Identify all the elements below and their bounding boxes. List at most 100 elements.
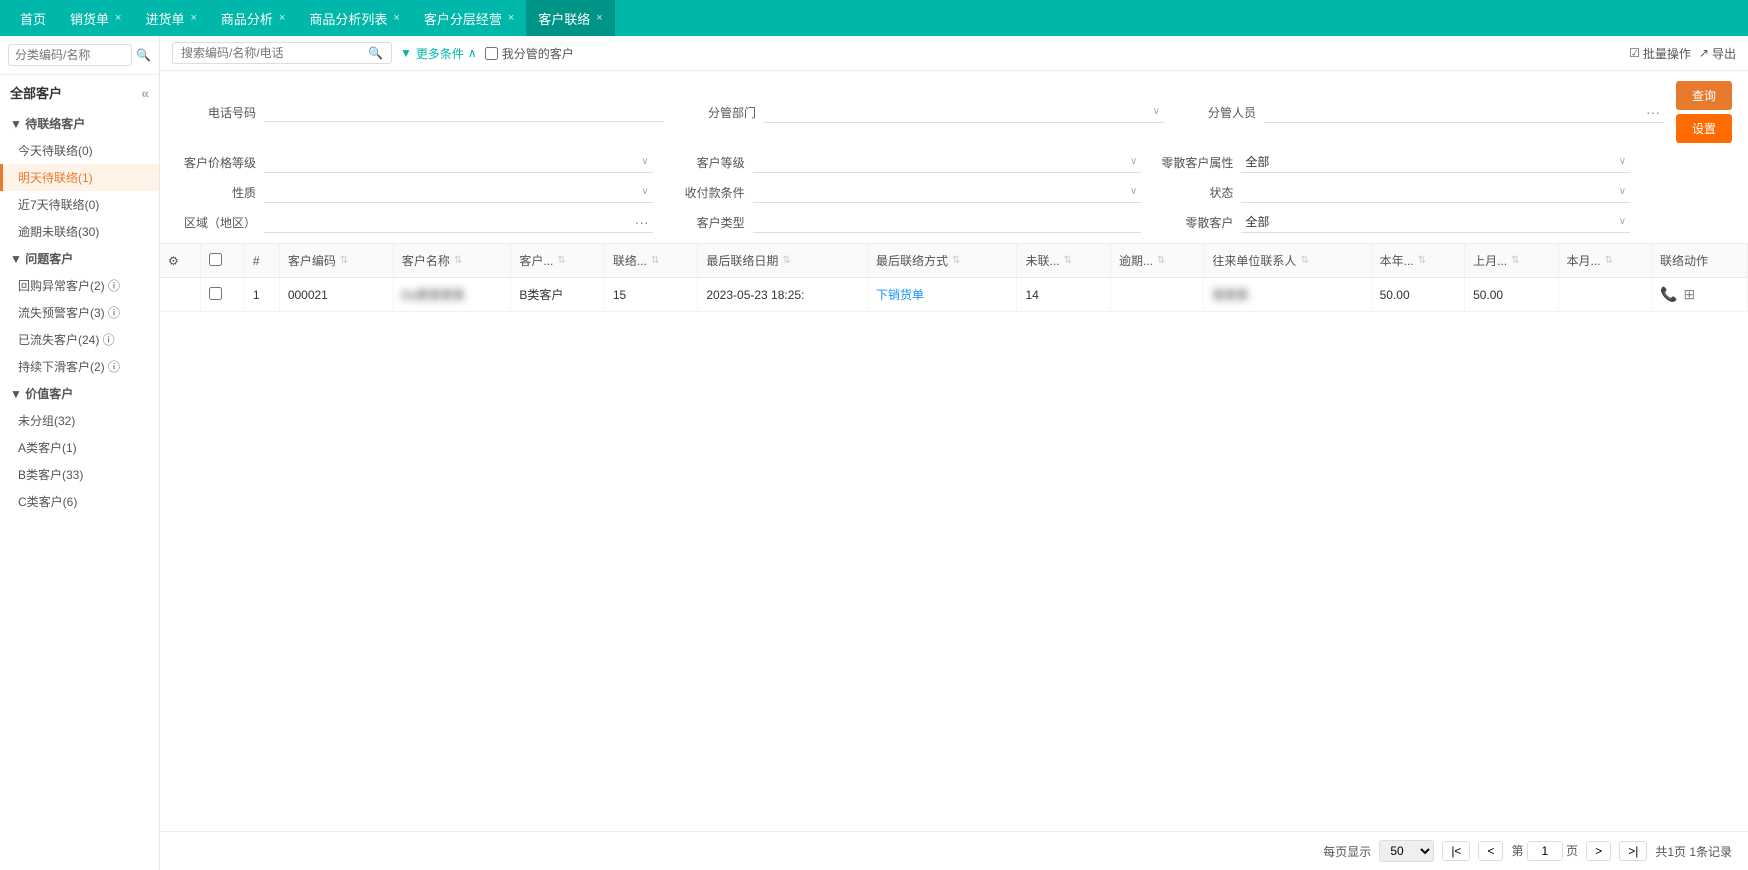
filter-row-2: 客户价格等级 ∨ 客户等级 ∨ 零散客户属性 全部 — [176, 151, 1732, 173]
sidebar-item-7days-pending[interactable]: 近7天待联络(0) — [0, 191, 159, 218]
th-last-contact-date[interactable]: 最后联络日期 ⇅ — [698, 244, 868, 278]
td-checkbox[interactable] — [200, 278, 244, 312]
th-contact-action: 联络动作 — [1652, 244, 1748, 278]
group-value-customers[interactable]: ▼ 价值客户 — [0, 380, 159, 407]
filter-payment-terms-select[interactable]: ∨ — [753, 181, 1142, 203]
td-no-contact: 14 — [1017, 278, 1110, 312]
batch-operation-btn[interactable]: ☑ 批量操作 — [1629, 45, 1691, 62]
sort-icon: ⇅ — [1511, 255, 1519, 266]
filter-division-person-select[interactable]: ··· — [1264, 101, 1664, 123]
all-customers-title[interactable]: 全部客户 « — [0, 75, 159, 110]
sidebar-item-class-a[interactable]: A类客户(1) — [0, 434, 159, 461]
filter-price-level-select[interactable]: ∨ — [264, 151, 653, 173]
row-checkbox[interactable] — [209, 287, 222, 300]
phone-icon[interactable]: 📞 — [1660, 286, 1677, 303]
filter-customer-type-select[interactable] — [753, 211, 1142, 233]
sidebar-item-ungrouped[interactable]: 未分组(32) — [0, 407, 159, 434]
chevron-down-icon: ∨ — [1130, 156, 1137, 167]
prev-page-btn[interactable]: < — [1478, 841, 1503, 861]
gear-icon[interactable]: ⚙ — [168, 254, 179, 268]
sort-icon: ⇅ — [782, 255, 790, 266]
close-icon[interactable]: × — [279, 12, 285, 24]
chevron-down-icon: ∨ — [641, 186, 648, 197]
th-checkbox[interactable] — [200, 244, 244, 278]
search-box: 🔍 — [172, 42, 392, 64]
sidebar-search-icon[interactable]: 🔍 — [136, 48, 151, 62]
next-page-btn[interactable]: > — [1586, 841, 1611, 861]
th-customer-type[interactable]: 客户... ⇅ — [511, 244, 604, 278]
chevron-down-icon: ∨ — [1619, 216, 1626, 227]
filter-retail-attr-select[interactable]: 全部 ∨ — [1241, 151, 1630, 173]
more-conditions-btn[interactable]: ▼ 更多条件 ∧ — [400, 45, 477, 62]
my-customers-checkbox-label[interactable]: 我分管的客户 — [485, 45, 574, 62]
sidebar-item-abnormal[interactable]: 回购异常客户(2) ⓘ — [0, 272, 159, 299]
filter-customer-level-select[interactable]: ∨ — [753, 151, 1142, 173]
sidebar-item-declining[interactable]: 持续下滑客户(2) ⓘ — [0, 353, 159, 380]
nav-goods-analysis[interactable]: 商品分析 × — [209, 0, 297, 36]
select-all-checkbox[interactable] — [209, 253, 222, 266]
last-contact-method-link[interactable]: 下销货单 — [876, 288, 924, 302]
search-input[interactable] — [181, 46, 368, 60]
th-settings[interactable]: ⚙ — [160, 244, 200, 278]
page-number-input[interactable] — [1527, 841, 1563, 861]
nav-purchase[interactable]: 进货单 × — [133, 0, 208, 36]
ellipsis-icon[interactable]: ··· — [1646, 104, 1660, 120]
my-customers-checkbox[interactable] — [485, 47, 498, 60]
first-page-btn[interactable]: |< — [1442, 841, 1470, 861]
td-overdue — [1110, 278, 1203, 312]
filter-division-dept-select[interactable]: ∨ — [764, 101, 1164, 123]
th-last-month[interactable]: 上月... ⇅ — [1465, 244, 1558, 278]
th-this-year[interactable]: 本年... ⇅ — [1371, 244, 1464, 278]
close-icon[interactable]: × — [190, 12, 196, 24]
close-icon[interactable]: × — [115, 12, 121, 24]
grid-icon[interactable]: ⊞ — [1683, 286, 1695, 303]
reset-button[interactable]: 设置 — [1676, 114, 1732, 143]
th-contact[interactable]: 联络... ⇅ — [604, 244, 697, 278]
sidebar-item-class-c[interactable]: C类客户(6) — [0, 488, 159, 515]
sidebar-item-lost[interactable]: 已流失客户(24) ⓘ — [0, 326, 159, 353]
sort-icon: ⇅ — [952, 255, 960, 266]
close-icon[interactable]: × — [508, 12, 514, 24]
last-page-btn[interactable]: >| — [1619, 841, 1647, 861]
nav-customer-layer[interactable]: 客户分层经营 × — [412, 0, 526, 36]
td-customer-name[interactable]: Ea某某某某 — [393, 278, 510, 312]
filter-phone-input[interactable] — [264, 103, 664, 122]
sidebar-item-warning[interactable]: 流失预警客户(3) ⓘ — [0, 299, 159, 326]
sidebar-item-class-b[interactable]: B类客户(33) — [0, 461, 159, 488]
th-customer-code[interactable]: 客户编码 ⇅ — [279, 244, 393, 278]
th-this-month[interactable]: 本月... ⇅ — [1558, 244, 1651, 278]
close-icon[interactable]: × — [596, 12, 602, 24]
sidebar-item-today-pending[interactable]: 今天待联络(0) — [0, 137, 159, 164]
th-no-contact[interactable]: 未联... ⇅ — [1017, 244, 1110, 278]
nav-sales[interactable]: 销货单 × — [58, 0, 133, 36]
filter-retail-customer-select[interactable]: 全部 ∨ — [1241, 211, 1630, 233]
page-size-select[interactable]: 50 100 200 — [1379, 840, 1434, 862]
td-contact: 15 — [604, 278, 697, 312]
nav-home[interactable]: 首页 — [8, 0, 58, 36]
th-overdue[interactable]: 逾期... ⇅ — [1110, 244, 1203, 278]
group-pending-contact[interactable]: ▼ 待联络客户 — [0, 110, 159, 137]
nav-goods-analysis-list[interactable]: 商品分析列表 × — [297, 0, 411, 36]
query-button[interactable]: 查询 — [1676, 81, 1732, 110]
th-customer-name[interactable]: 客户名称 ⇅ — [393, 244, 510, 278]
nav-customer-contact[interactable]: 客户联络 × — [526, 0, 614, 36]
filter-area-select[interactable]: ··· — [264, 211, 653, 233]
sidebar-item-tomorrow-pending[interactable]: 明天待联络(1) — [0, 164, 159, 191]
th-last-contact-method[interactable]: 最后联络方式 ⇅ — [868, 244, 1017, 278]
ellipsis-icon[interactable]: ··· — [635, 214, 649, 230]
td-contact-action: 📞 ⊞ — [1652, 278, 1748, 312]
export-btn[interactable]: ↗ 导出 — [1699, 45, 1736, 62]
close-icon[interactable]: × — [393, 12, 399, 24]
sidebar-search-input[interactable] — [8, 44, 132, 66]
filter-area: 区域（地区） ··· — [176, 211, 653, 233]
search-icon[interactable]: 🔍 — [368, 46, 383, 60]
group-problem-customers[interactable]: ▼ 问题客户 — [0, 245, 159, 272]
sidebar-item-overdue-pending[interactable]: 逾期未联络(30) — [0, 218, 159, 245]
th-unit-contact[interactable]: 往来单位联系人 ⇅ — [1204, 244, 1371, 278]
filter-nature-select[interactable]: ∨ — [264, 181, 653, 203]
filter-status-select[interactable]: ∨ — [1241, 181, 1630, 203]
td-last-contact-method[interactable]: 下销货单 — [868, 278, 1017, 312]
filter-phone: 电话号码 — [176, 103, 664, 122]
td-settings — [160, 278, 200, 312]
sort-icon: ⇅ — [454, 255, 462, 266]
